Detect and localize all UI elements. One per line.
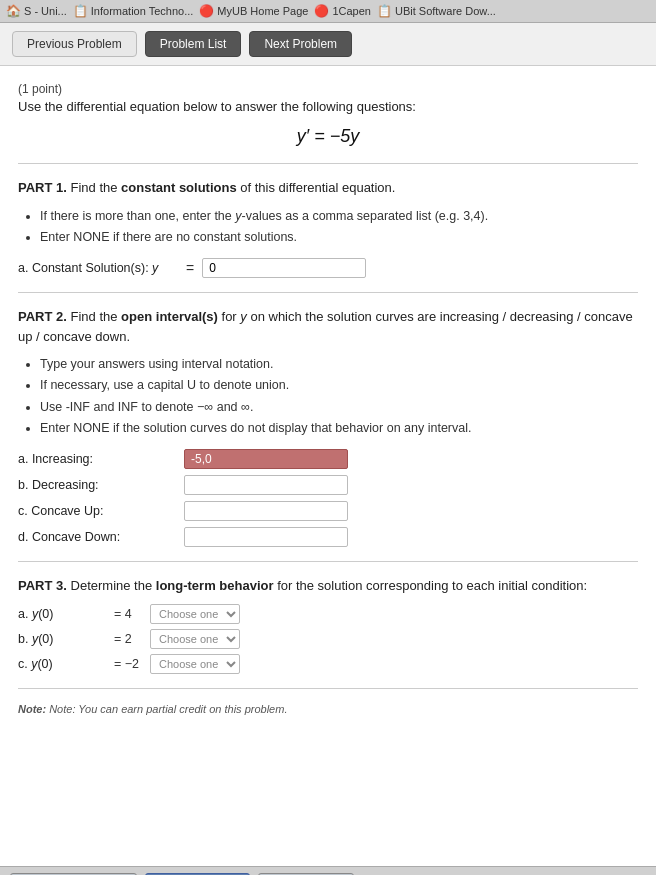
divider-4	[18, 688, 638, 689]
part1-bold: constant solutions	[121, 180, 237, 195]
part3-b-label: b. y(0)	[18, 632, 108, 646]
part3-a-select[interactable]: Choose one	[150, 604, 240, 624]
equation-display: y′ = −5y	[18, 126, 638, 147]
part3-bold: long-term behavior	[156, 578, 274, 593]
part2-concaveup-input[interactable]	[184, 501, 348, 521]
part2-concaveup-row: c. Concave Up:	[18, 501, 638, 521]
part2-bullets: Type your answers using interval notatio…	[18, 354, 638, 439]
equals-sign: =	[186, 260, 194, 276]
tab-info[interactable]: 📋 Information Techno...	[73, 4, 194, 18]
tab-uni[interactable]: 🏠 S - Uni...	[6, 4, 67, 18]
part2-increasing-row: a. Increasing:	[18, 449, 638, 469]
part3-a-label: a. y(0)	[18, 607, 108, 621]
part3-row-b: b. y(0) = 2 Choose one	[18, 629, 638, 649]
part2-concavedown-input[interactable]	[184, 527, 348, 547]
part3-title: PART 3. Determine the long-term behavior…	[18, 576, 638, 596]
uni-icon: 🏠	[6, 4, 21, 18]
part2-title: PART 2. Find the open interval(s) for y …	[18, 307, 638, 346]
part1-title: PART 1. Find the constant solutions of t…	[18, 178, 638, 198]
part1-answer-input[interactable]	[202, 258, 366, 278]
part2-concavedown-row: d. Concave Down:	[18, 527, 638, 547]
note-text: Note: Note: You can earn partial credit …	[18, 703, 638, 715]
next-problem-button[interactable]: Next Problem	[249, 31, 352, 57]
part2-decreasing-input[interactable]	[184, 475, 348, 495]
bullet-item: Enter NONE if there are no constant solu…	[40, 227, 638, 248]
nav-bar: Previous Problem Problem List Next Probl…	[0, 23, 656, 66]
part3-c-label: c. y(0)	[18, 657, 108, 671]
prev-problem-button[interactable]: Previous Problem	[12, 31, 137, 57]
part3-label: PART 3.	[18, 578, 67, 593]
ubit-icon: 📋	[377, 4, 392, 18]
points-label: (1 point)	[18, 82, 638, 96]
part3-b-select[interactable]: Choose one	[150, 629, 240, 649]
bullet-item: If necessary, use a capital U to denote …	[40, 375, 638, 396]
part1-answer-row: a. Constant Solution(s): y =	[18, 258, 638, 278]
tab-1capen[interactable]: 🔴 1Capen	[314, 4, 371, 18]
divider-1	[18, 163, 638, 164]
intro-text: Use the differential equation below to a…	[18, 98, 638, 116]
part2-concaveup-label: c. Concave Up:	[18, 504, 178, 518]
part1-answer-label: a. Constant Solution(s): y	[18, 261, 178, 275]
divider-3	[18, 561, 638, 562]
part3-b-value: = 2	[114, 632, 144, 646]
part2-decreasing-row: b. Decreasing:	[18, 475, 638, 495]
tab-myub[interactable]: 🔴 MyUB Home Page	[199, 4, 308, 18]
part1-section: PART 1. Find the constant solutions of t…	[18, 178, 638, 278]
tab-ubit[interactable]: 📋 UBit Software Dow...	[377, 4, 496, 18]
part2-section: PART 2. Find the open interval(s) for y …	[18, 307, 638, 547]
part2-label: PART 2.	[18, 309, 67, 324]
part3-c-value: = −2	[114, 657, 144, 671]
part3-row-a: a. y(0) = 4 Choose one	[18, 604, 638, 624]
part3-c-select[interactable]: Choose one	[150, 654, 240, 674]
myub-icon: 🔴	[199, 4, 214, 18]
part1-label: PART 1.	[18, 180, 67, 195]
part3-row-c: c. y(0) = −2 Choose one	[18, 654, 638, 674]
part2-bold: open interval(s)	[121, 309, 218, 324]
part2-increasing-input[interactable]	[184, 449, 348, 469]
browser-tab-bar: 🏠 S - Uni... 📋 Information Techno... 🔴 M…	[0, 0, 656, 23]
part2-concavedown-label: d. Concave Down:	[18, 530, 178, 544]
part2-decreasing-label: b. Decreasing:	[18, 478, 178, 492]
info-icon: 📋	[73, 4, 88, 18]
part2-increasing-label: a. Increasing:	[18, 452, 178, 466]
part1-bullets: If there is more than one, enter the y-v…	[18, 206, 638, 249]
divider-2	[18, 292, 638, 293]
part3-section: PART 3. Determine the long-term behavior…	[18, 576, 638, 674]
bullet-item: If there is more than one, enter the y-v…	[40, 206, 638, 227]
problem-list-button[interactable]: Problem List	[145, 31, 242, 57]
bullet-item: Use -INF and INF to denote −∞ and ∞.	[40, 397, 638, 418]
bottom-bar: Preview My Answers Submit Answers Use Th…	[0, 866, 656, 875]
bullet-item: Enter NONE if the solution curves do not…	[40, 418, 638, 439]
main-content: (1 point) Use the differential equation …	[0, 66, 656, 866]
bullet-item: Type your answers using interval notatio…	[40, 354, 638, 375]
part3-a-value: = 4	[114, 607, 144, 621]
capen-icon: 🔴	[314, 4, 329, 18]
